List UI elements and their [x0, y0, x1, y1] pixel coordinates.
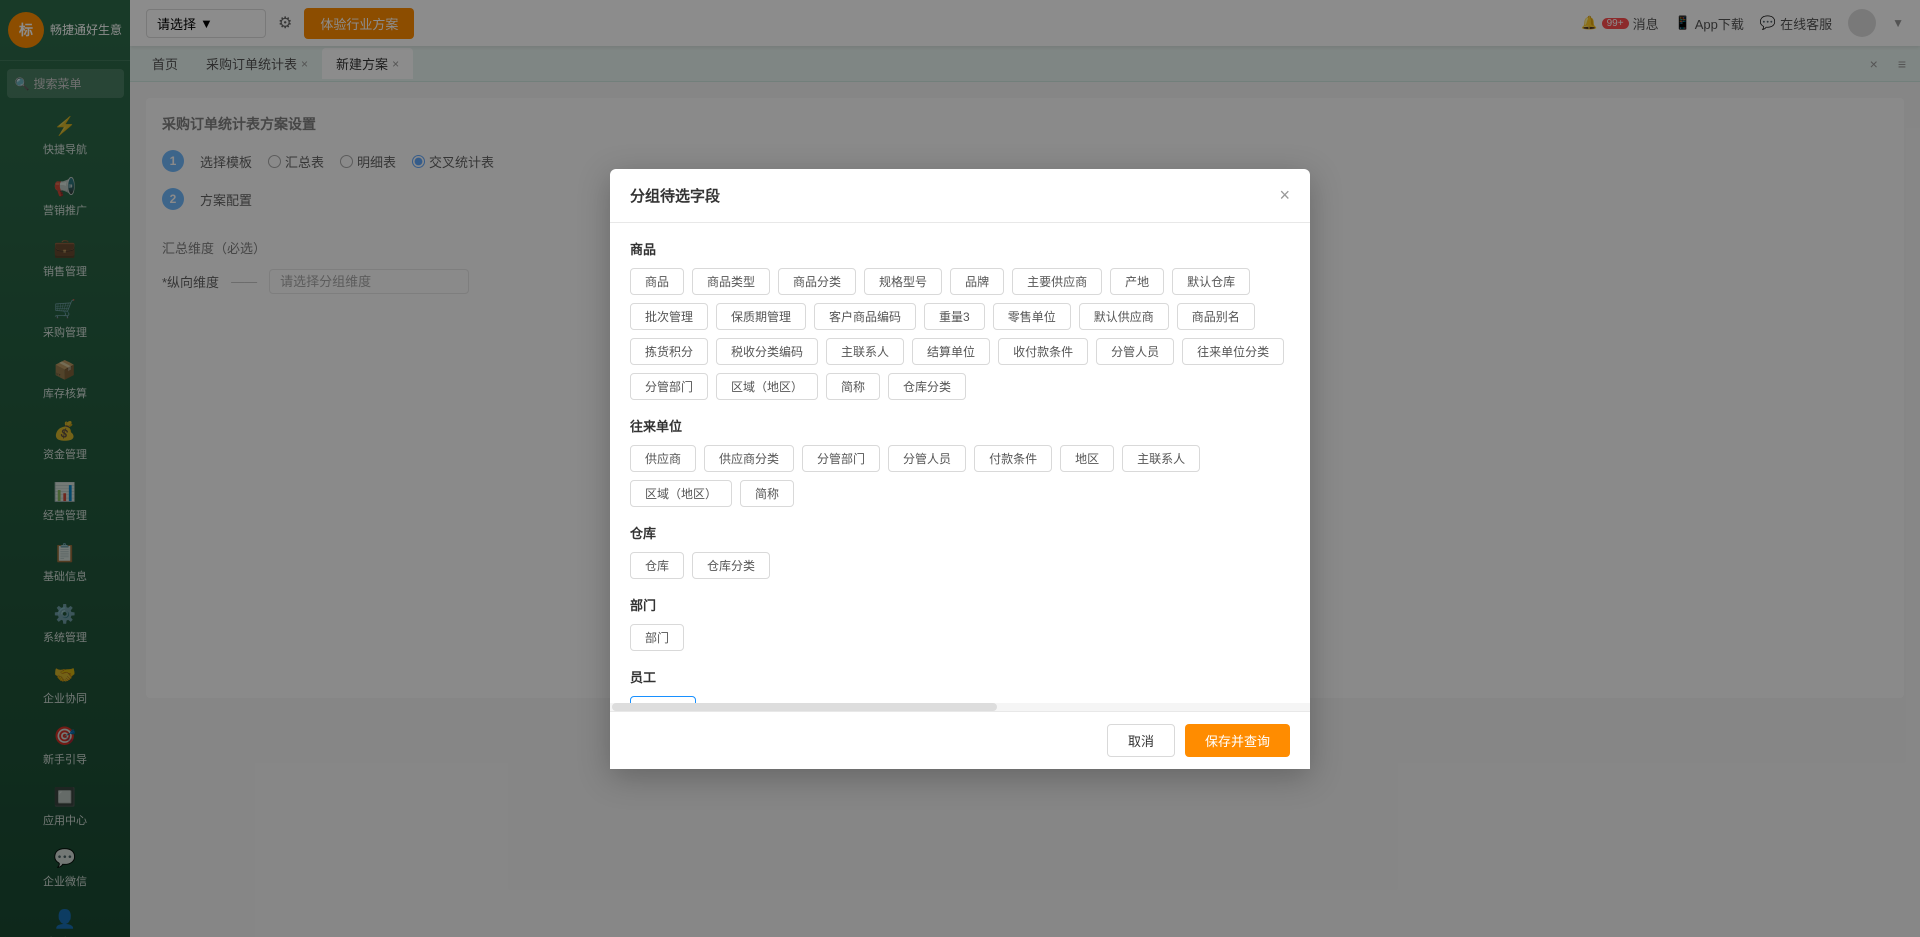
- modal: 分组待选字段 × 商品 商品 商品类型 商品分类 规格型号 品牌 主要供应商 产…: [610, 169, 1310, 769]
- section-partner-title: 往来单位: [630, 416, 1290, 435]
- field-tag[interactable]: 产地: [1110, 268, 1164, 295]
- modal-title: 分组待选字段: [630, 185, 720, 206]
- section-employee-title: 员工: [630, 667, 1290, 686]
- partner-fields: 供应商 供应商分类 分管部门 分管人员 付款条件 地区 主联系人 区域（地区） …: [630, 445, 1290, 507]
- warehouse-fields: 仓库 仓库分类: [630, 552, 1290, 579]
- field-tag[interactable]: 零售单位: [993, 303, 1071, 330]
- field-tag[interactable]: 简称: [826, 373, 880, 400]
- field-tag[interactable]: 结算单位: [912, 338, 990, 365]
- field-tag[interactable]: 主联系人: [826, 338, 904, 365]
- field-tag[interactable]: 重量3: [924, 303, 985, 330]
- field-tag[interactable]: 分管人员: [1096, 338, 1174, 365]
- field-tag[interactable]: 分管部门: [630, 373, 708, 400]
- modal-close-button[interactable]: ×: [1279, 185, 1290, 206]
- modal-body[interactable]: 商品 商品 商品类型 商品分类 规格型号 品牌 主要供应商 产地 默认仓库 批次…: [610, 223, 1310, 703]
- section-product-title: 商品: [630, 239, 1290, 258]
- field-tag[interactable]: 部门: [630, 624, 684, 651]
- modal-header: 分组待选字段 ×: [610, 169, 1310, 223]
- field-tag[interactable]: 商品分类: [778, 268, 856, 295]
- modal-footer: 取消 保存并查询: [610, 711, 1310, 769]
- field-tag[interactable]: 拣货积分: [630, 338, 708, 365]
- field-tag[interactable]: 主要供应商: [1012, 268, 1102, 295]
- department-fields: 部门: [630, 624, 1290, 651]
- employee-fields: 业务员: [630, 696, 1290, 703]
- section-product: 商品 商品 商品类型 商品分类 规格型号 品牌 主要供应商 产地 默认仓库 批次…: [630, 239, 1290, 400]
- product-fields: 商品 商品类型 商品分类 规格型号 品牌 主要供应商 产地 默认仓库 批次管理 …: [630, 268, 1290, 400]
- field-tag[interactable]: 往来单位分类: [1182, 338, 1284, 365]
- confirm-button[interactable]: 保存并查询: [1185, 724, 1290, 757]
- section-employee: 员工 业务员: [630, 667, 1290, 703]
- field-tag[interactable]: 付款条件: [974, 445, 1052, 472]
- field-tag[interactable]: 仓库分类: [692, 552, 770, 579]
- cancel-button[interactable]: 取消: [1107, 724, 1175, 757]
- field-tag[interactable]: 商品别名: [1177, 303, 1255, 330]
- field-tag[interactable]: 地区: [1060, 445, 1114, 472]
- field-tag[interactable]: 批次管理: [630, 303, 708, 330]
- field-tag[interactable]: 简称: [740, 480, 794, 507]
- field-tag[interactable]: 规格型号: [864, 268, 942, 295]
- section-warehouse: 仓库 仓库 仓库分类: [630, 523, 1290, 579]
- field-tag[interactable]: 分管人员: [888, 445, 966, 472]
- field-tag-employee[interactable]: 业务员: [630, 696, 696, 703]
- field-tag[interactable]: 税收分类编码: [716, 338, 818, 365]
- field-tag[interactable]: 分管部门: [802, 445, 880, 472]
- field-tag[interactable]: 供应商分类: [704, 445, 794, 472]
- field-tag[interactable]: 区域（地区）: [716, 373, 818, 400]
- field-tag[interactable]: 默认供应商: [1079, 303, 1169, 330]
- field-tag[interactable]: 默认仓库: [1172, 268, 1250, 295]
- field-tag[interactable]: 供应商: [630, 445, 696, 472]
- hscroll-bar[interactable]: [610, 703, 1310, 711]
- hscroll-thumb: [612, 703, 997, 711]
- field-tag[interactable]: 仓库分类: [888, 373, 966, 400]
- section-warehouse-title: 仓库: [630, 523, 1290, 542]
- field-tag[interactable]: 商品: [630, 268, 684, 295]
- section-department: 部门 部门: [630, 595, 1290, 651]
- section-partner: 往来单位 供应商 供应商分类 分管部门 分管人员 付款条件 地区 主联系人 区域…: [630, 416, 1290, 507]
- field-tag[interactable]: 收付款条件: [998, 338, 1088, 365]
- field-tag[interactable]: 保质期管理: [716, 303, 806, 330]
- field-tag[interactable]: 主联系人: [1122, 445, 1200, 472]
- field-tag[interactable]: 区域（地区）: [630, 480, 732, 507]
- field-tag[interactable]: 商品类型: [692, 268, 770, 295]
- field-tag[interactable]: 品牌: [950, 268, 1004, 295]
- section-department-title: 部门: [630, 595, 1290, 614]
- field-tag[interactable]: 仓库: [630, 552, 684, 579]
- field-tag[interactable]: 客户商品编码: [814, 303, 916, 330]
